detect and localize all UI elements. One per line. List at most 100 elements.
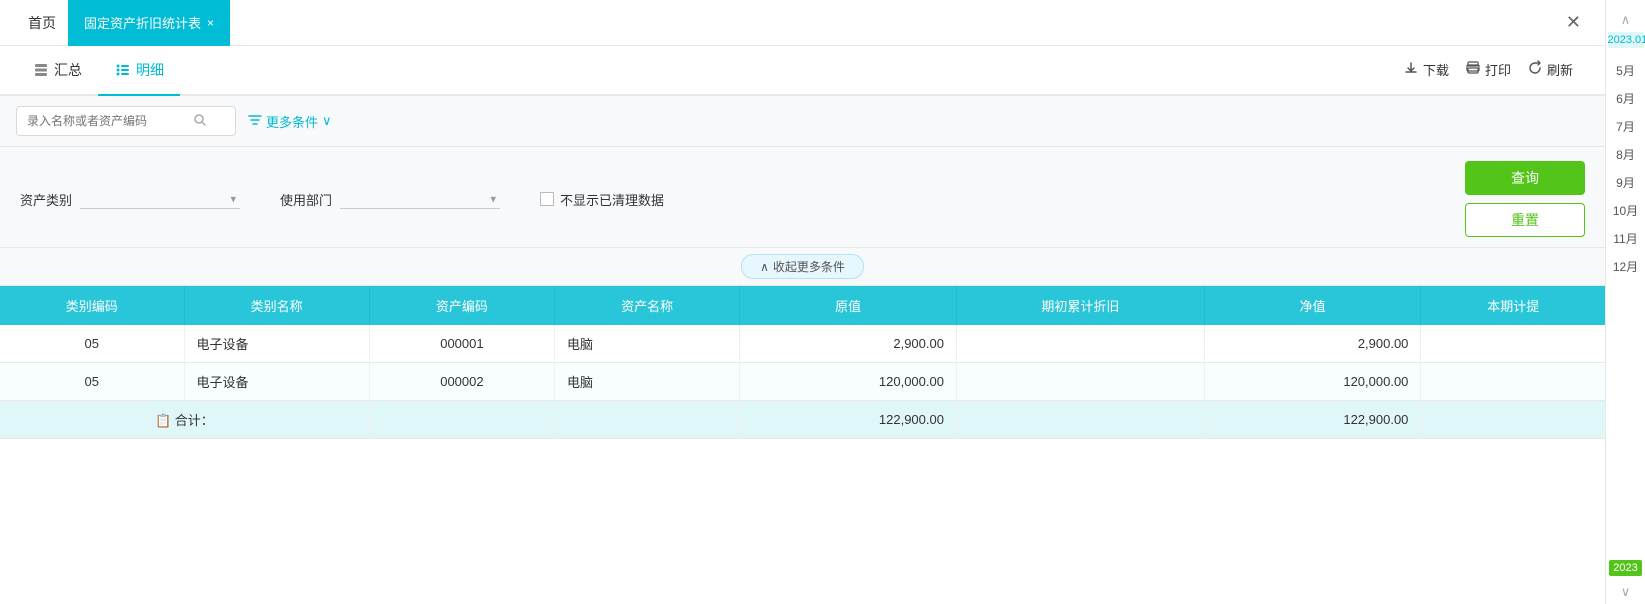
sidebar-month-7[interactable]: 7月 [1606,112,1645,140]
row1-accumulated-dep [956,325,1204,363]
collapse-more-area: ∧ 收起更多条件 [0,248,1605,286]
right-sidebar: ∧ 2023.01 5月 6月 7月 8月 9月 10月 11月 12月 202… [1605,0,1645,604]
sidebar-up-arrow[interactable]: ∧ [1610,8,1642,32]
table-header-row: 类别编码 类别名称 资产编码 资产名称 原值 期初累计折旧 净值 本期计提 [0,286,1605,325]
total-current-dep [1421,401,1605,439]
total-empty2 [555,401,740,439]
top-nav: 首页 固定资产折旧统计表 × ✕ [0,0,1605,46]
tab-detail-label: 明细 [136,60,164,80]
active-tab[interactable]: 固定资产折旧统计表 × [68,0,230,46]
sidebar-month-11[interactable]: 11月 [1606,224,1645,252]
total-row: 📋 合计： 122,900.00 122,900.00 [0,401,1605,439]
row1-current-dep [1421,325,1605,363]
sidebar-date-label[interactable]: 2023.01 [1608,32,1644,48]
search-input-wrap[interactable] [16,106,236,136]
row2-asset-name: 电脑 [555,363,740,401]
th-accumulated-dep: 期初累计折旧 [956,286,1204,325]
total-empty1 [369,401,554,439]
search-icon [193,113,207,130]
filter-category: 资产类别 [20,189,240,209]
chevron-up-icon: ∧ [760,260,769,274]
layers-icon [32,61,50,79]
table-row: 05 电子设备 000001 电脑 2,900.00 2,900.00 [0,325,1605,363]
refresh-label: 刷新 [1547,60,1573,79]
sidebar-month-10[interactable]: 10月 [1606,196,1645,224]
search-input[interactable] [27,114,187,128]
filter-icon [248,113,262,130]
sidebar-month-9[interactable]: 9月 [1606,168,1645,196]
close-window-button[interactable]: ✕ [1558,12,1589,33]
th-current-dep: 本期计提 [1421,286,1605,325]
row2-current-dep [1421,363,1605,401]
th-net-value: 净值 [1204,286,1421,325]
more-conditions-button[interactable]: 更多条件 ∨ [248,112,332,131]
row1-original-value: 2,900.00 [740,325,957,363]
row2-net-value: 120,000.00 [1204,363,1421,401]
more-conditions-chevron: ∨ [322,113,332,129]
th-original-value: 原值 [740,286,957,325]
tab-detail[interactable]: 明细 [98,46,180,96]
department-select-wrap[interactable] [340,189,500,209]
filter-row: 资产类别 使用部门 [20,161,1585,237]
query-button[interactable]: 查询 [1465,161,1585,195]
tab-summary-label: 汇总 [54,60,82,80]
row1-net-value: 2,900.00 [1204,325,1421,363]
more-conditions-label: 更多条件 [266,112,318,131]
sub-tabs: 汇总 明细 [0,46,1605,96]
row2-category-code: 05 [0,363,184,401]
download-label: 下载 [1423,60,1449,79]
total-icon: 📋 [155,413,171,428]
print-button[interactable]: 打印 [1465,60,1511,79]
sidebar-month-8[interactable]: 8月 [1606,140,1645,168]
th-category-code: 类别编码 [0,286,184,325]
data-table: 类别编码 类别名称 资产编码 资产名称 原值 期初累计折旧 净值 本期计提 05… [0,286,1605,439]
department-select[interactable] [340,189,500,209]
row2-asset-code: 000002 [369,363,554,401]
total-original-value: 122,900.00 [740,401,957,439]
th-category-name: 类别名称 [184,286,369,325]
department-label: 使用部门 [280,190,332,209]
download-button[interactable]: 下载 [1403,60,1449,79]
action-buttons: 查询 重置 [1465,161,1585,237]
sidebar-month-12[interactable]: 12月 [1606,252,1645,280]
no-cleared-label: 不显示已清理数据 [560,190,664,209]
row1-category-code: 05 [0,325,184,363]
category-label: 资产类别 [20,190,72,209]
search-bar: 更多条件 ∨ [0,96,1605,147]
row2-original-value: 120,000.00 [740,363,957,401]
no-cleared-checkbox[interactable]: 不显示已清理数据 [540,190,664,209]
sidebar-month-6[interactable]: 6月 [1606,84,1645,112]
total-icon-cell: 📋 合计： [0,401,369,439]
refresh-icon [1527,60,1543,79]
th-asset-name: 资产名称 [555,286,740,325]
collapse-more-button[interactable]: ∧ 收起更多条件 [741,254,864,279]
download-icon [1403,60,1419,79]
total-net-value: 122,900.00 [1204,401,1421,439]
print-label: 打印 [1485,60,1511,79]
th-asset-code: 资产编码 [369,286,554,325]
reset-button[interactable]: 重置 [1465,203,1585,237]
close-tab-button[interactable]: × [207,16,214,30]
category-select-wrap[interactable] [80,189,240,209]
print-icon [1465,60,1481,79]
row1-category-name: 电子设备 [184,325,369,363]
refresh-button[interactable]: 刷新 [1527,60,1573,79]
table-row: 05 电子设备 000002 电脑 120,000.00 120,000.00 [0,363,1605,401]
collapse-more-label: 收起更多条件 [773,258,845,275]
data-table-wrap: 类别编码 类别名称 资产编码 资产名称 原值 期初累计折旧 净值 本期计提 05… [0,286,1605,604]
filter-department: 使用部门 [280,189,500,209]
toolbar: 下载 打印 [1387,60,1589,79]
tab-summary[interactable]: 汇总 [16,46,98,95]
sidebar-down-arrow[interactable]: ∨ [1610,580,1642,604]
row1-asset-name: 电脑 [555,325,740,363]
category-select[interactable] [80,189,240,209]
active-tab-label: 固定资产折旧统计表 [84,13,201,32]
row1-asset-code: 000001 [369,325,554,363]
total-label: 合计： [175,413,214,428]
total-accumulated-dep [956,401,1204,439]
list-icon [114,61,132,79]
sidebar-month-5[interactable]: 5月 [1606,56,1645,84]
year-badge[interactable]: 2023 [1609,560,1641,576]
filter-panel: 资产类别 使用部门 [0,147,1605,248]
home-tab[interactable]: 首页 [16,13,68,33]
